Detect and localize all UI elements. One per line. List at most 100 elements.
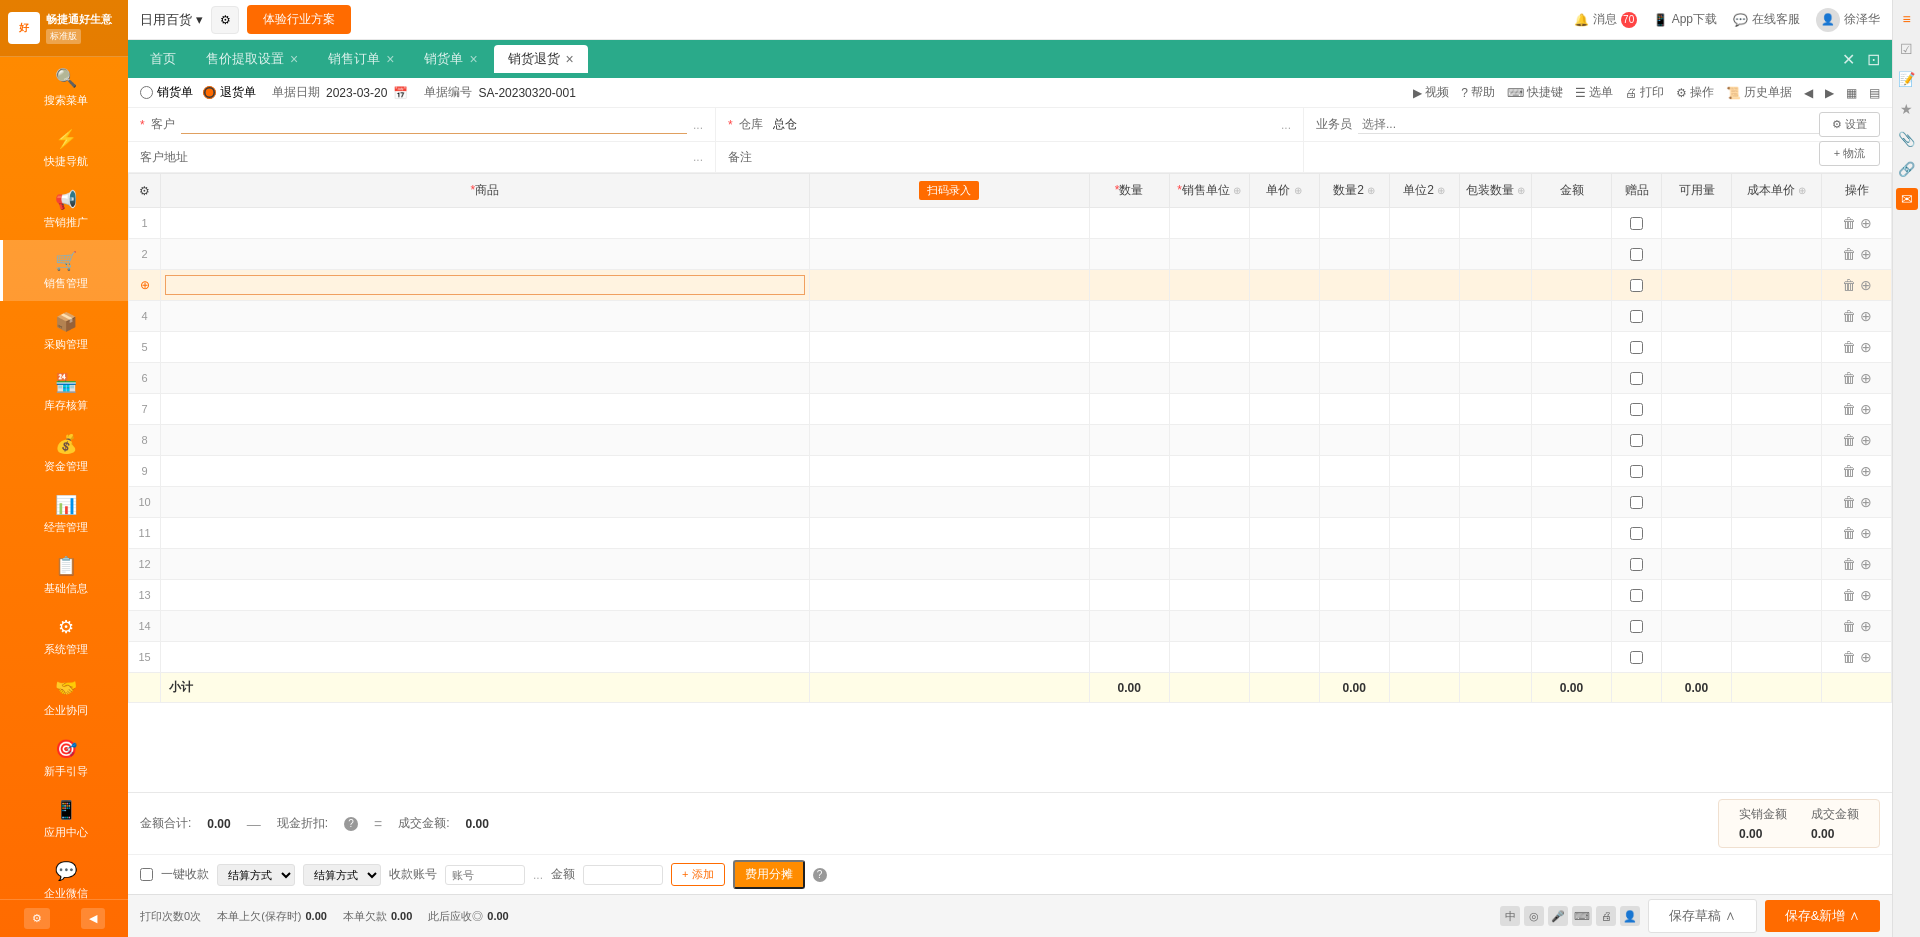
toolbar-grid2[interactable]: ▤ [1869, 86, 1880, 100]
sidebar-item-inventory[interactable]: 🏪 库存核算 [0, 362, 128, 423]
ime-icon[interactable]: 中 [1500, 906, 1520, 926]
discount-help-icon[interactable]: ? [344, 817, 358, 831]
right-panel-mail-icon[interactable]: ✉ [1896, 188, 1918, 210]
sidebar-item-basic[interactable]: 📋 基础信息 [0, 545, 128, 606]
row-amount-2[interactable] [1532, 239, 1612, 270]
row-unit-2[interactable] [1169, 239, 1249, 270]
row-unit2-1[interactable] [1389, 208, 1459, 239]
row-qty2-3[interactable] [1319, 270, 1389, 301]
toolbar-history[interactable]: 📜 历史单据 [1726, 84, 1792, 101]
right-panel-list-icon[interactable]: ≡ [1896, 8, 1918, 30]
row-amount-3[interactable] [1532, 270, 1612, 301]
row-product-input-3[interactable] [165, 275, 805, 295]
sidebar-item-finance[interactable]: 💰 资金管理 [0, 423, 128, 484]
gift-checkbox-14[interactable] [1630, 620, 1643, 633]
radio-return-input[interactable] [203, 86, 216, 99]
row-product-3[interactable] [161, 270, 810, 301]
row-price-2[interactable] [1249, 239, 1319, 270]
header-settings-btn[interactable]: ⚙ [211, 6, 239, 34]
salesperson-input[interactable] [1358, 115, 1864, 134]
toolbar-shortcuts[interactable]: ⌨ 快捷键 [1507, 84, 1563, 101]
sidebar-item-sales[interactable]: 🛒 销售管理 [0, 240, 128, 301]
row-price-3[interactable] [1249, 270, 1319, 301]
app-download-btn[interactable]: 📱 App下载 [1653, 11, 1717, 28]
gift-checkbox-5[interactable] [1630, 341, 1643, 354]
payment-dots[interactable]: ... [533, 868, 543, 882]
copy-btn-4[interactable]: ⊕ [1858, 306, 1874, 326]
cost-help-icon[interactable]: ? [813, 868, 827, 882]
copy-btn-8[interactable]: ⊕ [1858, 430, 1874, 450]
delete-btn-11[interactable]: 🗑 [1840, 523, 1858, 543]
toolbar-operate[interactable]: ⚙ 操作 [1676, 84, 1714, 101]
input-icon1[interactable]: ◎ [1524, 906, 1544, 926]
sidebar-item-marketing[interactable]: 📢 营销推广 [0, 179, 128, 240]
row-qty-2[interactable] [1089, 239, 1169, 270]
row-unit-3[interactable] [1169, 270, 1249, 301]
row-qty2-1[interactable] [1319, 208, 1389, 239]
delete-btn-9[interactable]: 🗑 [1840, 461, 1858, 481]
right-panel-star-icon[interactable]: ★ [1896, 98, 1918, 120]
sidebar-item-purchase[interactable]: 📦 采购管理 [0, 301, 128, 362]
sidebar-item-app[interactable]: 📱 应用中心 [0, 789, 128, 850]
toolbar-select[interactable]: ☰ 选单 [1575, 84, 1613, 101]
toolbar-video[interactable]: ▶ 视频 [1413, 84, 1449, 101]
delete-btn-6[interactable]: 🗑 [1840, 368, 1858, 388]
industry-selector[interactable]: 日用百货 ▾ [140, 11, 203, 29]
tab-home[interactable]: 首页 [136, 45, 190, 73]
tab-sales-close[interactable]: × [469, 51, 477, 67]
delete-btn-10[interactable]: 🗑 [1840, 492, 1858, 512]
input-icon4[interactable]: 🖨 [1596, 906, 1616, 926]
customer-input[interactable] [181, 115, 687, 134]
gift-checkbox-7[interactable] [1630, 403, 1643, 416]
toolbar-grid1[interactable]: ▦ [1846, 86, 1857, 100]
copy-btn-10[interactable]: ⊕ [1858, 492, 1874, 512]
gift-checkbox-11[interactable] [1630, 527, 1643, 540]
row-avail-3[interactable] [1662, 270, 1732, 301]
toolbar-nav-next[interactable]: ▶ [1825, 86, 1834, 100]
right-panel-note-icon[interactable]: 📝 [1896, 68, 1918, 90]
radio-sales-input[interactable] [140, 86, 153, 99]
calendar-icon[interactable]: 📅 [393, 86, 408, 100]
tab-close-all-btn[interactable]: ✕ [1838, 48, 1859, 71]
row-unit-1[interactable] [1169, 208, 1249, 239]
gift-checkbox-9[interactable] [1630, 465, 1643, 478]
copy-btn-14[interactable]: ⊕ [1858, 616, 1874, 636]
delete-btn-3[interactable]: 🗑 [1840, 275, 1858, 295]
amount-input[interactable] [583, 865, 663, 885]
sidebar-item-enterprise[interactable]: 🤝 企业协同 [0, 667, 128, 728]
copy-btn-15[interactable]: ⊕ [1858, 647, 1874, 667]
delete-btn-8[interactable]: 🗑 [1840, 430, 1858, 450]
copy-btn-3[interactable]: ⊕ [1858, 275, 1874, 295]
logistics-action-btn[interactable]: + 物流 [1819, 141, 1880, 166]
toolbar-print[interactable]: 🖨 打印 [1625, 84, 1664, 101]
sidebar-item-system[interactable]: ⚙ 系统管理 [0, 606, 128, 667]
delete-btn-5[interactable]: 🗑 [1840, 337, 1858, 357]
cost-tab-btn[interactable]: 费用分摊 [733, 860, 805, 889]
right-panel-link-icon[interactable]: 🔗 [1896, 158, 1918, 180]
copy-btn-5[interactable]: ⊕ [1858, 337, 1874, 357]
copy-btn-12[interactable]: ⊕ [1858, 554, 1874, 574]
copy-btn-11[interactable]: ⊕ [1858, 523, 1874, 543]
right-panel-attachment-icon[interactable]: 📎 [1896, 128, 1918, 150]
row-qty-3[interactable] [1089, 270, 1169, 301]
tab-sales-return-close[interactable]: × [566, 51, 574, 67]
copy-btn-6[interactable]: ⊕ [1858, 368, 1874, 388]
row-avail-1[interactable] [1662, 208, 1732, 239]
row-avail-2[interactable] [1662, 239, 1732, 270]
sidebar-item-shortcut[interactable]: ⚡ 快捷导航 [0, 118, 128, 179]
row-cost-3[interactable] [1732, 270, 1822, 301]
row-pkg-3[interactable] [1459, 270, 1531, 301]
row-qty-1[interactable] [1089, 208, 1169, 239]
gift-checkbox-3[interactable] [1630, 279, 1643, 292]
row-pkg-1[interactable] [1459, 208, 1531, 239]
accounting-select[interactable]: 结算方式 [217, 864, 295, 886]
sidebar-collapse-btn[interactable]: ◀ [81, 908, 105, 929]
copy-btn-9[interactable]: ⊕ [1858, 461, 1874, 481]
input-icon5[interactable]: 👤 [1620, 906, 1640, 926]
input-icon3[interactable]: ⌨ [1572, 906, 1592, 926]
quick-pay-checkbox[interactable] [140, 868, 153, 881]
delete-btn-12[interactable]: 🗑 [1840, 554, 1858, 574]
delete-btn-13[interactable]: 🗑 [1840, 585, 1858, 605]
delete-btn-7[interactable]: 🗑 [1840, 399, 1858, 419]
row-product-2[interactable] [161, 239, 810, 270]
